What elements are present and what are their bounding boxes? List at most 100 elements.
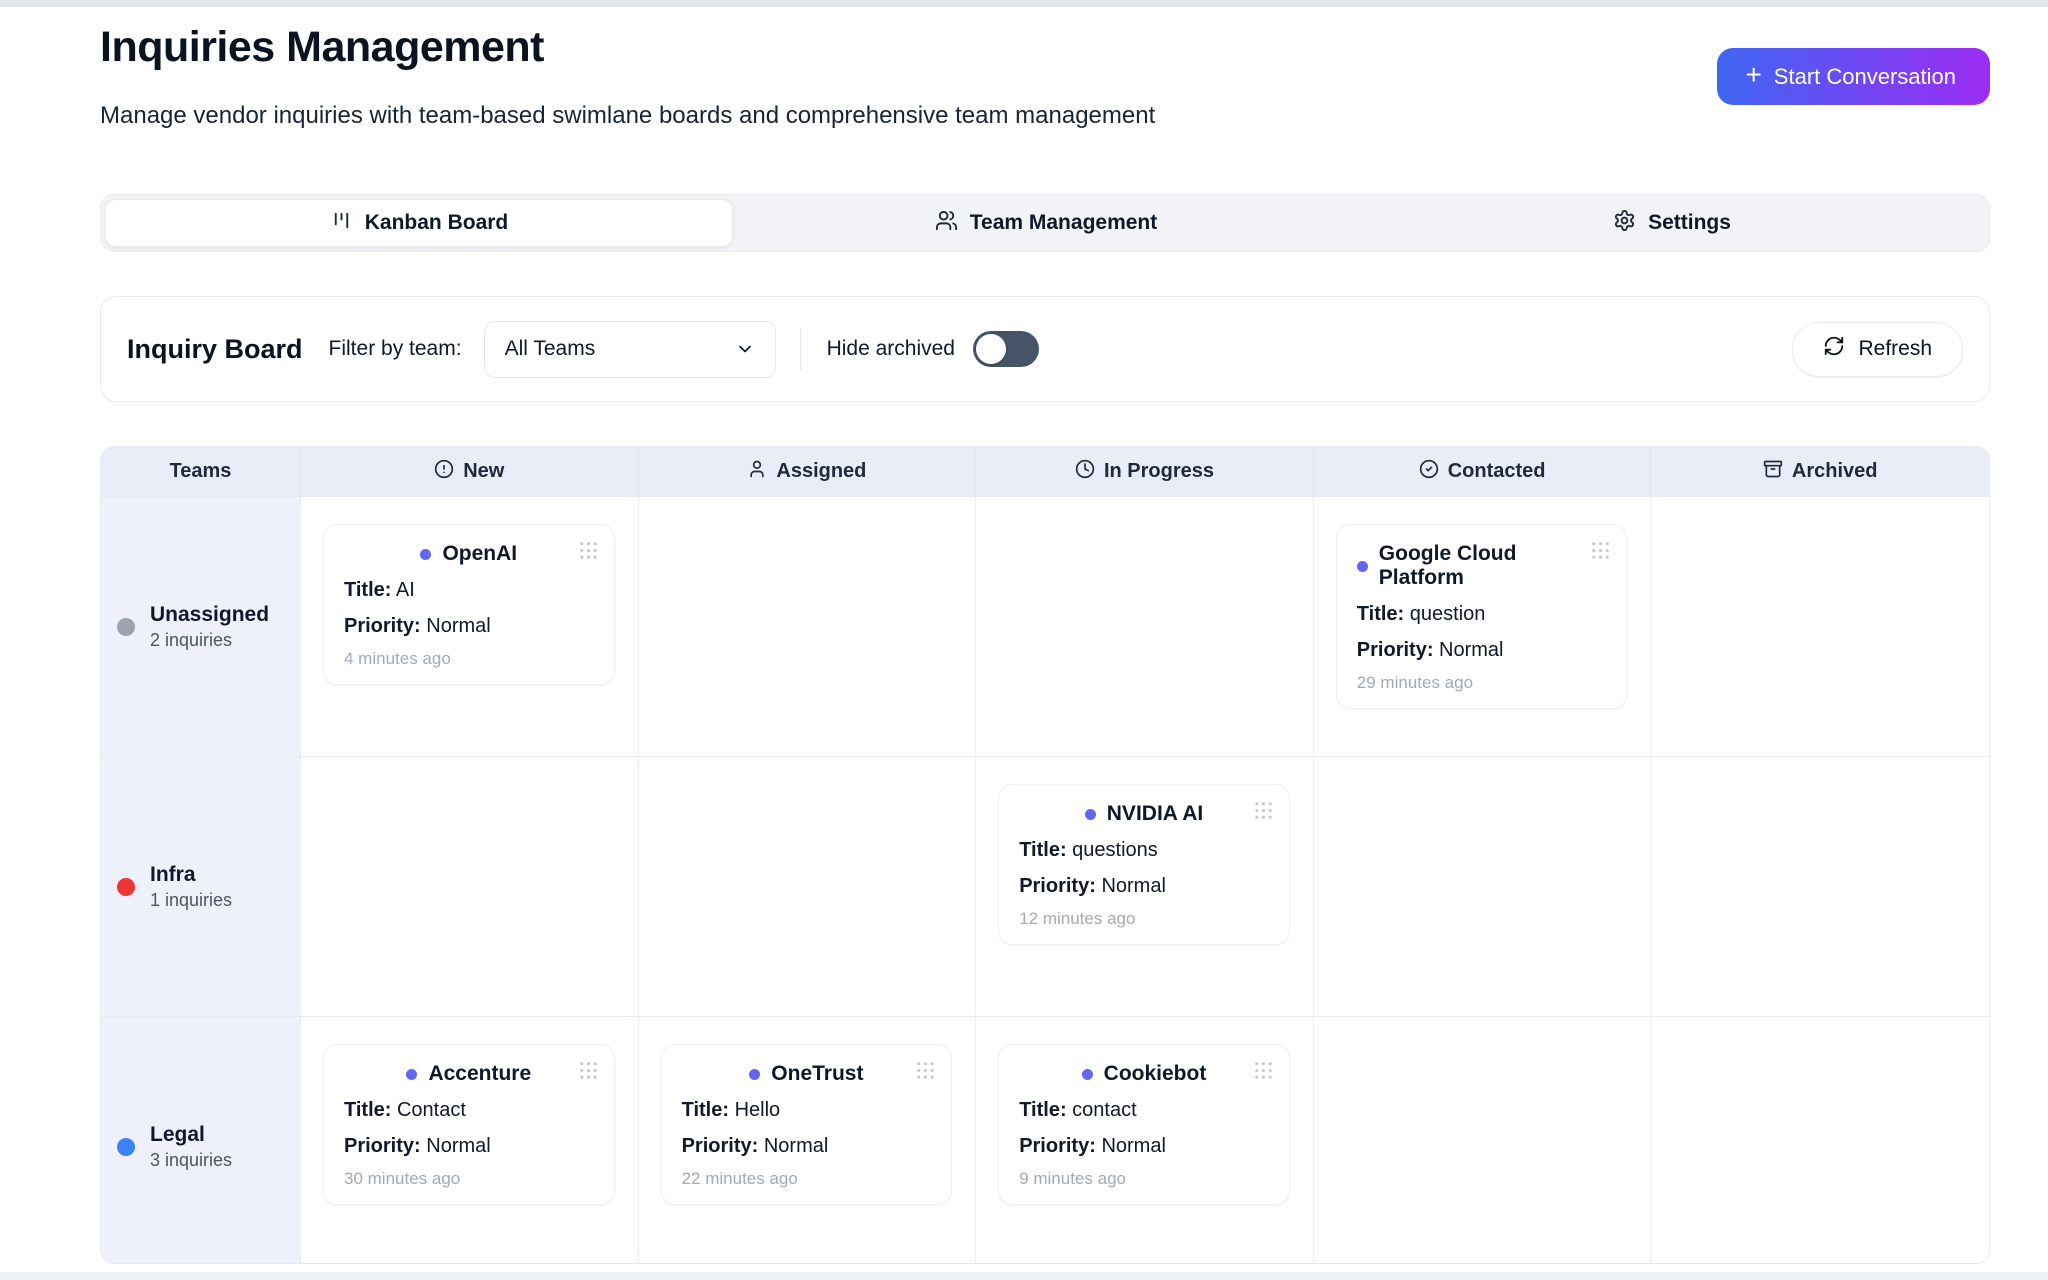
vendor-status-dot [1085,809,1096,820]
tab-label: Kanban Board [365,211,509,235]
column-header-label: Contacted [1448,460,1546,483]
refresh-label: Refresh [1858,337,1932,361]
board-header-row: Teams New Assigned In Progress Contacted… [101,447,1989,496]
kanban-icon [330,209,353,238]
inquiry-card-cookiebot[interactable]: Cookiebot Title: contact Priority: Norma… [998,1044,1290,1205]
inquiry-card-nvidia-ai[interactable]: NVIDIA AI Title: questions Priority: Nor… [998,784,1290,945]
filter-by-team-label: Filter by team: [329,337,462,361]
cell-legal-contacted [1314,1017,1652,1264]
drag-handle-icon[interactable] [1252,799,1275,827]
swimlane-infra: Infra 1 inquiries NVIDIA AI Title: quest… [101,756,1989,1016]
team-inquiry-count: 2 inquiries [150,630,269,651]
chevron-down-icon [735,339,755,359]
drag-handle-icon[interactable] [577,1059,600,1087]
tab-label: Settings [1648,211,1731,235]
team-name: Infra [150,863,232,887]
vendor-status-dot [1357,561,1368,572]
inquiries-management-page: Inquiries Management + Start Conversatio… [100,7,1990,1264]
team-filter-value: All Teams [505,337,596,361]
team-lane-label-legal: Legal 3 inquiries [101,1017,301,1264]
vendor-name: OneTrust [771,1062,863,1086]
toolbar-divider [800,328,801,370]
kanban-board: Teams New Assigned In Progress Contacted… [100,446,1990,1264]
user-icon [747,459,767,485]
cell-legal-archived [1651,1017,1989,1264]
column-header-teams: Teams [101,447,301,496]
cell-infra-contacted [1314,757,1652,1016]
team-filter-select[interactable]: All Teams [484,321,776,378]
cell-unassigned-in-progress [976,497,1314,756]
card-priority-line: Priority: Normal [682,1135,932,1158]
tab-kanban-board[interactable]: Kanban Board [105,199,733,247]
tab-bar: Kanban Board Team Management Settings [100,194,1990,252]
team-inquiry-count: 1 inquiries [150,890,232,911]
card-timestamp: 12 minutes ago [1019,909,1269,929]
swimlane-legal: Legal 3 inquiries Accenture Title: Conta… [101,1016,1989,1264]
cell-unassigned-archived [1651,497,1989,756]
refresh-button[interactable]: Refresh [1792,322,1963,377]
card-title-line: Title: contact [1019,1099,1269,1122]
inquiry-board-toolbar: Inquiry Board Filter by team: All Teams … [100,296,1990,402]
vendor-status-dot [749,1069,760,1080]
card-title-line: Title: AI [344,579,594,602]
cell-infra-new [301,757,639,1016]
tab-settings[interactable]: Settings [1359,199,1985,247]
vendor-name: NVIDIA AI [1107,802,1203,826]
cell-infra-in-progress: NVIDIA AI Title: questions Priority: Nor… [976,757,1314,1016]
page-title: Inquiries Management [100,23,1990,72]
column-header-new: New [301,447,639,496]
cell-unassigned-assigned [639,497,977,756]
alert-circle-icon [434,459,454,485]
vendor-status-dot [406,1069,417,1080]
team-name: Unassigned [150,603,269,627]
vendor-name: Google Cloud Platform [1379,542,1607,590]
card-timestamp: 9 minutes ago [1019,1169,1269,1189]
drag-handle-icon[interactable] [1589,539,1612,567]
card-timestamp: 22 minutes ago [682,1169,932,1189]
cell-legal-in-progress: Cookiebot Title: contact Priority: Norma… [976,1017,1314,1264]
plus-icon: + [1745,61,1761,89]
column-header-label: In Progress [1104,460,1214,483]
vendor-name: Cookiebot [1104,1062,1207,1086]
cell-infra-archived [1651,757,1989,1016]
drag-handle-icon[interactable] [577,539,600,567]
column-header-archived: Archived [1651,447,1989,496]
inquiry-card-openai[interactable]: OpenAI Title: AI Priority: Normal 4 minu… [323,524,615,685]
inquiry-card-accenture[interactable]: Accenture Title: Contact Priority: Norma… [323,1044,615,1205]
card-title-line: Title: Hello [682,1099,932,1122]
drag-handle-icon[interactable] [914,1059,937,1087]
team-name: Legal [150,1123,232,1147]
users-icon [935,209,958,238]
page-bottom-edge [0,1272,2048,1280]
vendor-status-dot [420,549,431,560]
card-title-line: Title: questions [1019,839,1269,862]
page-header: Inquiries Management + Start Conversatio… [100,7,1990,130]
vendor-name: Accenture [428,1062,531,1086]
card-priority-line: Priority: Normal [344,615,594,638]
cell-unassigned-new: OpenAI Title: AI Priority: Normal 4 minu… [301,497,639,756]
team-color-dot [117,618,135,636]
hide-archived-label: Hide archived [827,337,955,361]
cell-legal-new: Accenture Title: Contact Priority: Norma… [301,1017,639,1264]
board-title: Inquiry Board [127,334,303,365]
hide-archived-toggle[interactable] [973,331,1039,367]
archive-icon [1763,459,1783,485]
inquiry-card-onetrust[interactable]: OneTrust Title: Hello Priority: Normal 2… [661,1044,953,1205]
clock-icon [1075,459,1095,485]
column-header-assigned: Assigned [639,447,977,496]
tab-team-management[interactable]: Team Management [733,199,1359,247]
start-conversation-button[interactable]: + Start Conversation [1717,48,1990,105]
card-priority-line: Priority: Normal [344,1135,594,1158]
cell-infra-assigned [639,757,977,1016]
team-color-dot [117,878,135,896]
inquiry-card-google-cloud-platform[interactable]: Google Cloud Platform Title: question Pr… [1336,524,1628,709]
gear-icon [1613,209,1636,238]
start-conversation-label: Start Conversation [1774,64,1956,90]
column-header-label: New [463,460,504,483]
column-header-in-progress: In Progress [976,447,1314,496]
vendor-name: OpenAI [442,542,517,566]
drag-handle-icon[interactable] [1252,1059,1275,1087]
card-title-line: Title: Contact [344,1099,594,1122]
card-timestamp: 29 minutes ago [1357,673,1607,693]
column-header-contacted: Contacted [1314,447,1652,496]
